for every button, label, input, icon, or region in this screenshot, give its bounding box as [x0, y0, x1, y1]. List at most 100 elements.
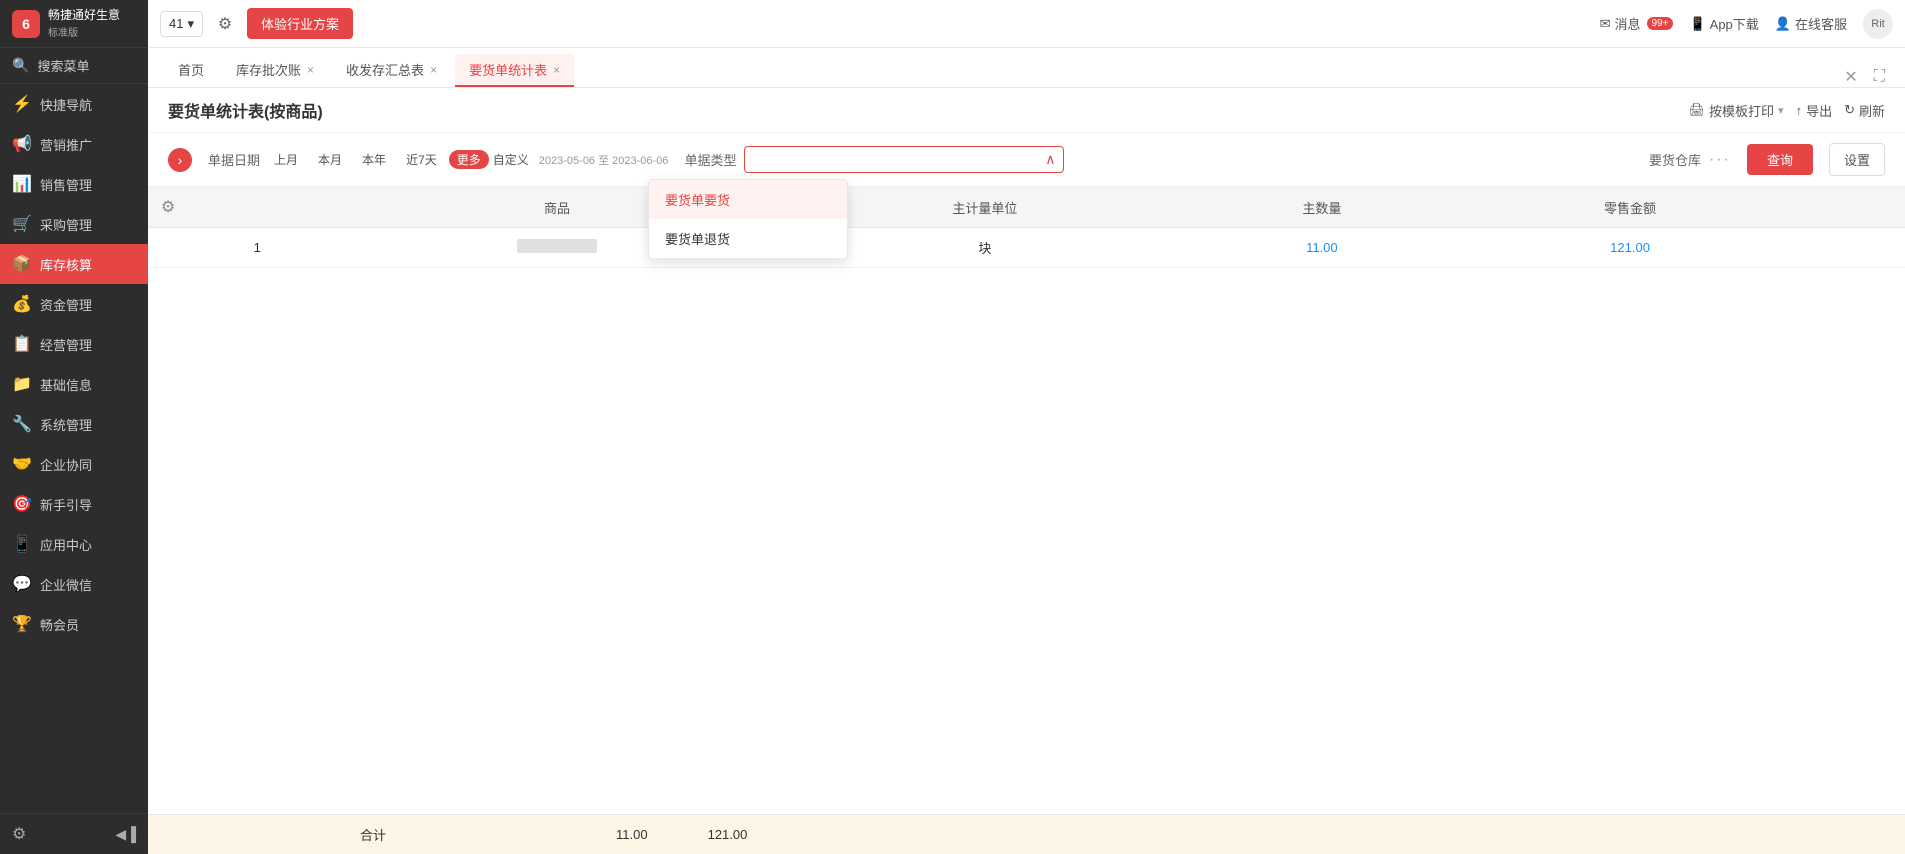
warehouse-filter-group: 要货仓库 ··· — [1649, 150, 1731, 169]
date-filter-label: 单据日期 — [208, 150, 260, 169]
avatar-text: Rit — [1871, 18, 1884, 30]
sidebar-item-wechat[interactable]: 💬 企业微信 — [0, 564, 148, 604]
company-name: 41 — [169, 16, 183, 31]
table-wrap: ⚙ 商品 主计量单位 主数量 零售金额 1 — [148, 187, 1905, 814]
tab-order-summary-close[interactable]: × — [553, 63, 560, 77]
tab-recv-summary-close[interactable]: × — [430, 63, 437, 77]
date-btn-last-7days[interactable]: 近7天 — [398, 149, 445, 170]
date-btn-this-year[interactable]: 本年 — [354, 149, 394, 170]
sidebar-collapse-icon[interactable]: ◀▐ — [115, 826, 136, 843]
messages-badge: 99+ — [1647, 17, 1674, 30]
sidebar-item-app-center[interactable]: 📱 应用中心 — [0, 524, 148, 564]
date-btn-custom[interactable]: 自定义 — [493, 151, 529, 168]
sidebar-item-label: 新手引导 — [40, 495, 92, 514]
app-download-label: App下载 — [1710, 14, 1759, 33]
type-dropdown-menu: 要货单要货 要货单退货 — [648, 179, 848, 259]
tab-expand-icon[interactable]: ⛶ — [1870, 68, 1889, 86]
topbar-gear-button[interactable]: ⚙ — [211, 10, 239, 38]
type-filter-input[interactable] — [753, 152, 1045, 167]
row-quantity-link[interactable]: 11.00 — [1306, 240, 1338, 255]
company-selector[interactable]: 41 ▾ — [160, 11, 203, 37]
warehouse-filter-dots[interactable]: ··· — [1709, 151, 1731, 169]
sidebar-item-label: 资金管理 — [40, 295, 92, 314]
online-service-label: 在线客服 — [1795, 14, 1847, 33]
sidebar-search-label: 搜索菜单 — [37, 56, 89, 75]
content-area: 要货单统计表(按商品) 🖨 按模板打印 ▾ ↑ 导出 ↻ 刷新 — [148, 88, 1905, 854]
sidebar-item-label: 经营管理 — [40, 335, 92, 354]
refresh-button[interactable]: ↻ 刷新 — [1844, 101, 1885, 120]
sidebar-item-label: 企业微信 — [40, 575, 92, 594]
tab-recv-summary[interactable]: 收发存汇总表 × — [332, 54, 451, 87]
row-amount[interactable]: 121.00 — [1462, 228, 1799, 268]
sidebar-item-system[interactable]: 🔧 系统管理 — [0, 404, 148, 444]
tab-inventory-batch-close[interactable]: × — [307, 63, 314, 77]
date-filter-group: 单据日期 上月 本月 本年 近7天 更多 自定义 2023-05-06 至 20… — [208, 149, 668, 170]
type-filter-arrow-icon[interactable]: ∧ — [1045, 151, 1055, 168]
sidebar-item-inventory[interactable]: 📦 库存核算 — [0, 244, 148, 284]
footer-quantity: 11.00 — [616, 827, 648, 842]
marketing-icon: 📢 — [12, 134, 32, 154]
sidebar-item-member[interactable]: 🏆 畅会员 — [0, 604, 148, 644]
sidebar-item-purchase[interactable]: 🛒 采购管理 — [0, 204, 148, 244]
trial-button[interactable]: 体验行业方案 — [247, 8, 353, 39]
sidebar-item-guide[interactable]: 🎯 新手引导 — [0, 484, 148, 524]
row-empty — [1799, 228, 1905, 268]
row-index: 1 — [188, 228, 326, 268]
sidebar-search[interactable]: 🔍 搜索菜单 — [0, 48, 148, 84]
dropdown-arrow-icon: ▾ — [187, 16, 194, 32]
online-service-action[interactable]: 👤 在线客服 — [1775, 14, 1847, 33]
sidebar-item-label: 采购管理 — [40, 215, 92, 234]
page: 要货单统计表(按商品) 🖨 按模板打印 ▾ ↑ 导出 ↻ 刷新 — [148, 88, 1905, 854]
sidebar-item-sales[interactable]: 📊 销售管理 — [0, 164, 148, 204]
wechat-icon: 💬 — [12, 574, 32, 594]
service-icon: 👤 — [1775, 16, 1791, 32]
user-avatar[interactable]: Rit — [1863, 9, 1893, 39]
type-filter-input-wrapper[interactable]: ∧ — [744, 146, 1064, 173]
col-empty1 — [1799, 187, 1905, 228]
message-icon: ✉ — [1600, 16, 1611, 32]
date-btn-more[interactable]: 更多 — [449, 150, 489, 169]
tab-close-icon[interactable]: ✕ — [1840, 67, 1861, 87]
page-header: 要货单统计表(按商品) 🖨 按模板打印 ▾ ↑ 导出 ↻ 刷新 — [148, 88, 1905, 133]
sidebar-bottom: ⚙ ◀▐ — [0, 813, 148, 854]
table-footer: 合计 11.00 121.00 — [148, 814, 1905, 854]
sidebar-item-basic[interactable]: 📁 基础信息 — [0, 364, 148, 404]
search-icon: 🔍 — [12, 57, 29, 74]
row-quantity[interactable]: 11.00 — [1182, 228, 1461, 268]
filter-settings-button[interactable]: 设置 — [1829, 143, 1885, 176]
table-row: 1 块 11.00 121.00 — [148, 228, 1905, 268]
col-settings[interactable]: ⚙ — [148, 187, 188, 228]
date-btn-last-month[interactable]: 上月 — [266, 149, 306, 170]
sidebar-item-finance[interactable]: 💰 资金管理 — [0, 284, 148, 324]
tab-controls: ✕ ⛶ — [1840, 67, 1889, 87]
tab-home[interactable]: 首页 — [164, 54, 218, 87]
row-amount-link[interactable]: 121.00 — [1610, 240, 1650, 255]
dropdown-item-order-purchase[interactable]: 要货单要货 — [649, 180, 847, 219]
page-title: 要货单统计表(按商品) — [168, 98, 323, 122]
messages-action[interactable]: ✉ 消息 99+ — [1600, 14, 1674, 33]
sidebar-logo: 6 畅捷通好生意 标准版 — [0, 0, 148, 48]
col-index — [188, 187, 326, 228]
date-shortcuts: 上月 本月 本年 近7天 更多 自定义 — [266, 149, 529, 170]
warehouse-filter-label: 要货仓库 — [1649, 150, 1701, 169]
sidebar-item-enterprise[interactable]: 🤝 企业协同 — [0, 444, 148, 484]
date-btn-this-month[interactable]: 本月 — [310, 149, 350, 170]
sidebar-item-operation[interactable]: 📋 经营管理 — [0, 324, 148, 364]
export-button[interactable]: ↑ 导出 — [1796, 101, 1833, 120]
dropdown-item-order-return[interactable]: 要货单退货 — [649, 219, 847, 258]
app-download-action[interactable]: 📱 App下载 — [1689, 14, 1758, 33]
col-amount: 零售金额 — [1462, 187, 1799, 228]
tab-inventory-batch[interactable]: 库存批次账 × — [222, 54, 328, 87]
sidebar-item-label: 企业协同 — [40, 455, 92, 474]
print-button[interactable]: 🖨 按模板打印 ▾ — [1689, 101, 1784, 120]
sidebar-settings-icon[interactable]: ⚙ — [12, 824, 26, 844]
row-settings — [148, 228, 188, 268]
sidebar-item-quick-nav[interactable]: ⚡ 快捷导航 — [0, 84, 148, 124]
sidebar-item-marketing[interactable]: 📢 营销推广 — [0, 124, 148, 164]
sidebar: 6 畅捷通好生意 标准版 🔍 搜索菜单 ⚡ 快捷导航 📢 营销推广 📊 销售管理… — [0, 0, 148, 854]
tab-order-summary[interactable]: 要货单统计表 × — [455, 54, 574, 87]
export-label: 导出 — [1806, 101, 1832, 120]
query-button[interactable]: 查询 — [1747, 144, 1813, 175]
filter-expand-button[interactable]: › — [168, 148, 192, 172]
tabbar: 首页 库存批次账 × 收发存汇总表 × 要货单统计表 × ✕ ⛶ — [148, 48, 1905, 88]
